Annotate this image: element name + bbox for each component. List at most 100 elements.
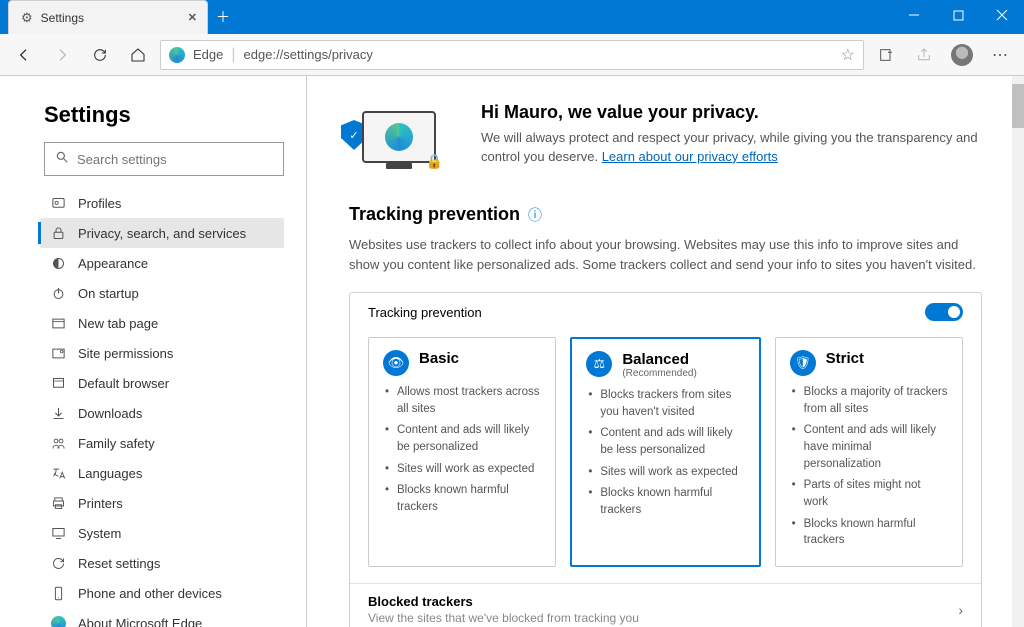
level-title: Balanced xyxy=(622,351,696,368)
language-icon xyxy=(50,465,66,481)
vertical-scrollbar[interactable] xyxy=(1012,76,1024,627)
sidebar-item-label: New tab page xyxy=(78,316,158,331)
sidebar-item-system[interactable]: System xyxy=(40,518,284,548)
sidebar-item-language[interactable]: Languages xyxy=(40,458,284,488)
sidebar-item-lock[interactable]: Privacy, search, and services xyxy=(40,218,284,248)
tracking-toggle-label: Tracking prevention xyxy=(368,305,482,320)
default-icon xyxy=(50,375,66,391)
sidebar-item-default[interactable]: Default browser xyxy=(40,368,284,398)
minimize-button[interactable] xyxy=(892,0,936,30)
collections-button[interactable] xyxy=(870,39,902,71)
maximize-button[interactable] xyxy=(936,0,980,30)
hero-title: Hi Mauro, we value your privacy. xyxy=(481,102,982,123)
privacy-efforts-link[interactable]: Learn about our privacy efforts xyxy=(602,149,778,164)
address-separator: | xyxy=(231,46,235,64)
tracking-card: Tracking prevention 👁BasicAllows most tr… xyxy=(349,292,982,627)
search-input[interactable] xyxy=(77,152,273,167)
about-icon xyxy=(50,615,66,627)
search-icon xyxy=(55,150,69,169)
share-button[interactable] xyxy=(908,39,940,71)
sidebar-heading: Settings xyxy=(44,102,284,128)
sidebar-item-label: Printers xyxy=(78,496,123,511)
favorite-icon[interactable]: ☆ xyxy=(841,45,855,65)
sidebar-item-label: Family safety xyxy=(78,436,155,451)
level-icon: ⚖ xyxy=(586,351,612,377)
family-icon xyxy=(50,435,66,451)
search-settings-box[interactable] xyxy=(44,142,284,176)
window-titlebar: ⚙ Settings ✕ ＋ xyxy=(0,0,1024,34)
sidebar-item-family[interactable]: Family safety xyxy=(40,428,284,458)
sidebar-item-label: Default browser xyxy=(78,376,169,391)
info-icon[interactable]: ⓘ xyxy=(528,205,542,225)
system-icon xyxy=(50,525,66,541)
hero-body: We will always protect and respect your … xyxy=(481,129,982,167)
browser-tab[interactable]: ⚙ Settings ✕ xyxy=(8,0,208,34)
url-text: edge://settings/privacy xyxy=(244,47,833,62)
sidebar-item-label: Phone and other devices xyxy=(78,586,222,601)
sidebar-item-newtab[interactable]: New tab page xyxy=(40,308,284,338)
reset-icon xyxy=(50,555,66,571)
sidebar-item-label: Downloads xyxy=(78,406,142,421)
sidebar-item-reset[interactable]: Reset settings xyxy=(40,548,284,578)
home-button[interactable] xyxy=(122,39,154,71)
level-title: Strict xyxy=(826,350,864,367)
settings-sidebar: Settings Profiles Privacy, search, and se… xyxy=(0,76,307,627)
close-tab-icon[interactable]: ✕ xyxy=(188,11,197,24)
sidebar-item-appearance[interactable]: Appearance xyxy=(40,248,284,278)
sidebar-item-power[interactable]: On startup xyxy=(40,278,284,308)
sidebar-item-phone[interactable]: Phone and other devices xyxy=(40,578,284,608)
tracking-description: Websites use trackers to collect info ab… xyxy=(349,235,982,274)
row-blocked-trackers[interactable]: Blocked trackers View the sites that we'v… xyxy=(350,583,981,627)
sidebar-item-printer[interactable]: Printers xyxy=(40,488,284,518)
level-bullet: Blocks trackers from sites you haven't v… xyxy=(588,387,744,420)
newtab-icon xyxy=(50,315,66,331)
browser-toolbar: Edge | edge://settings/privacy ☆ ⋯ xyxy=(0,34,1024,76)
level-bullet: Parts of sites might not work xyxy=(792,477,948,510)
sidebar-item-label: Appearance xyxy=(78,256,148,271)
chevron-right-icon: › xyxy=(958,602,963,618)
level-bullet: Blocks a majority of trackers from all s… xyxy=(792,384,948,417)
profile-button[interactable] xyxy=(946,39,978,71)
refresh-button[interactable] xyxy=(84,39,116,71)
settings-main: ✓ 🔒 Hi Mauro, we value your privacy. We … xyxy=(307,76,1024,627)
tracking-toggle[interactable] xyxy=(925,303,963,321)
sidebar-item-profile[interactable]: Profiles xyxy=(40,188,284,218)
row-subtitle: View the sites that we've blocked from t… xyxy=(368,611,639,625)
sidebar-item-label: Reset settings xyxy=(78,556,160,571)
printer-icon xyxy=(50,495,66,511)
level-bullet: Sites will work as expected xyxy=(588,464,744,481)
tracking-level-balanced[interactable]: ⚖Balanced(Recommended)Blocks trackers fr… xyxy=(570,337,760,567)
phone-icon xyxy=(50,585,66,601)
scroll-thumb[interactable] xyxy=(1012,84,1024,128)
forward-button[interactable] xyxy=(46,39,78,71)
level-bullet: Content and ads will likely be less pers… xyxy=(588,425,744,458)
level-bullet: Content and ads will likely be personali… xyxy=(385,422,541,455)
sidebar-item-label: On startup xyxy=(78,286,139,301)
power-icon xyxy=(50,285,66,301)
sidebar-item-about[interactable]: About Microsoft Edge xyxy=(40,608,284,627)
sidebar-item-download[interactable]: Downloads xyxy=(40,398,284,428)
sidebar-item-label: Privacy, search, and services xyxy=(78,226,246,241)
menu-button[interactable]: ⋯ xyxy=(984,39,1016,71)
row-title: Blocked trackers xyxy=(368,594,639,609)
close-window-button[interactable] xyxy=(980,0,1024,30)
level-bullet: Content and ads will likely have minimal… xyxy=(792,422,948,472)
gear-icon: ⚙ xyxy=(21,10,33,26)
tracking-level-basic[interactable]: 👁BasicAllows most trackers across all si… xyxy=(368,337,556,567)
tracking-level-strict[interactable]: 🛡 Strict Blocks a majority of trackers fro… xyxy=(775,337,963,567)
download-icon xyxy=(50,405,66,421)
appearance-icon xyxy=(50,255,66,271)
lock-icon: 🔒 xyxy=(426,153,443,170)
privacy-hero: ✓ 🔒 Hi Mauro, we value your privacy. We … xyxy=(349,102,982,172)
settings-nav: Profiles Privacy, search, and services App… xyxy=(40,188,284,627)
address-bar[interactable]: Edge | edge://settings/privacy ☆ xyxy=(160,40,864,70)
tracking-heading: Tracking prevention xyxy=(349,204,520,225)
new-tab-button[interactable]: ＋ xyxy=(208,0,238,34)
level-bullet: Sites will work as expected xyxy=(385,461,541,478)
sidebar-item-permissions[interactable]: Site permissions xyxy=(40,338,284,368)
level-bullet: Blocks known harmful trackers xyxy=(588,485,744,518)
back-button[interactable] xyxy=(8,39,40,71)
level-icon: 🛡 xyxy=(790,350,816,376)
sidebar-item-label: Profiles xyxy=(78,196,121,211)
level-icon: 👁 xyxy=(383,350,409,376)
